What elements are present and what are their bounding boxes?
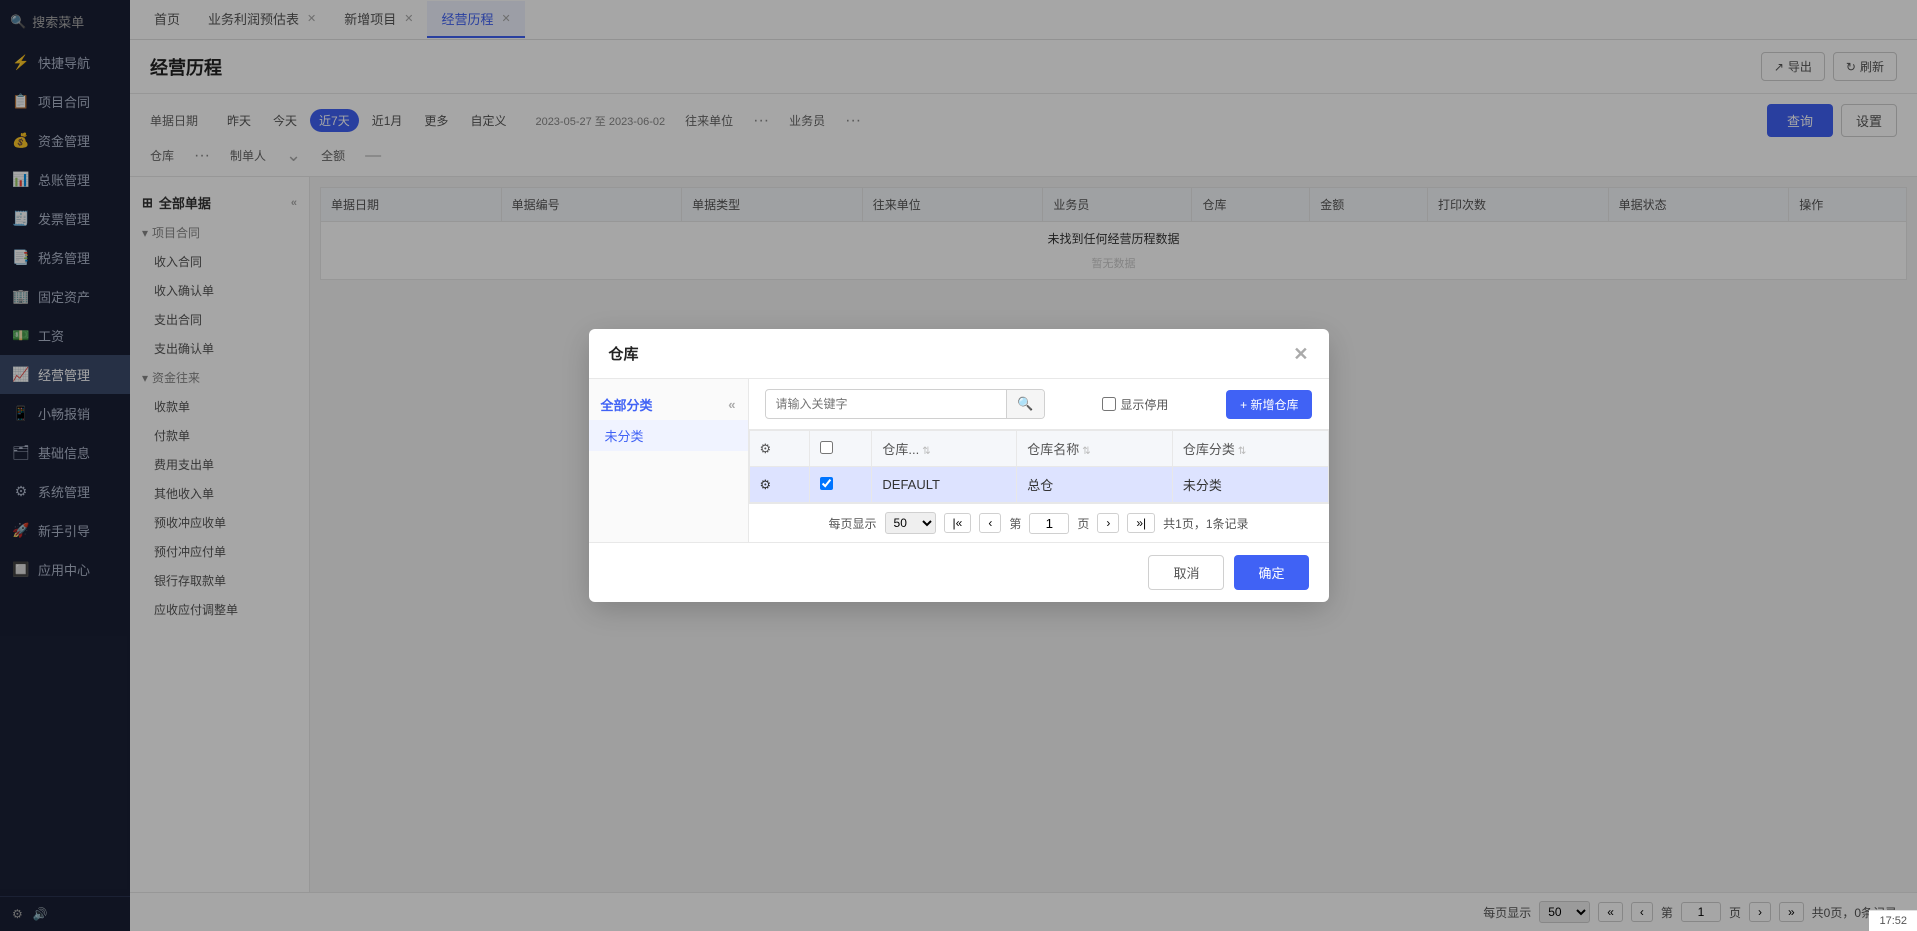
modal-page-input[interactable] — [1029, 513, 1069, 534]
modal-search-input[interactable] — [766, 391, 1007, 417]
row-name: 总仓 — [1017, 467, 1173, 503]
modal-total-label: 共1页，1条记录 — [1163, 515, 1248, 532]
modal-next-btn[interactable]: › — [1097, 513, 1119, 533]
modal-page-unit: 页 — [1077, 515, 1089, 532]
modal-per-page-select[interactable]: 50100 — [885, 512, 936, 534]
modal-prev-btn[interactable]: ‹ — [979, 513, 1001, 533]
modal-col-name: 仓库名称⇅ — [1017, 431, 1173, 467]
show-disabled-group: 显示停用 — [1102, 396, 1168, 413]
all-category-label: 全部分类 — [601, 395, 653, 414]
modal-sidebar: 全部分类 « 未分类 — [589, 379, 749, 542]
gear-col-icon — [760, 441, 772, 456]
modal-per-page-label: 每页显示 — [829, 515, 877, 532]
modal-close-button[interactable]: ✕ — [1293, 345, 1308, 363]
show-disabled-checkbox[interactable] — [1102, 397, 1116, 411]
row-code: DEFAULT — [872, 467, 1017, 503]
cancel-button[interactable]: 取消 — [1148, 555, 1224, 590]
modal-overlay: 仓库 ✕ 全部分类 « 未分类 🔍 — [0, 0, 1917, 931]
modal-first-btn[interactable]: |« — [944, 513, 972, 533]
tray-time: 17:52 — [1879, 915, 1907, 927]
modal-col-checkbox — [809, 431, 872, 467]
row-gear-icon: ⚙ — [760, 477, 772, 492]
modal-body: 全部分类 « 未分类 🔍 显示停用 — [589, 379, 1329, 542]
row-gear: ⚙ — [749, 467, 809, 503]
modal-footer: 取消 确定 — [589, 542, 1329, 602]
system-tray: 17:52 — [1869, 910, 1917, 931]
modal-table-wrap: 仓库...⇅ 仓库名称⇅ 仓库分类⇅ ⚙ DEFAULT 总仓 未分类 — [749, 430, 1329, 503]
modal-col-code: 仓库...⇅ — [872, 431, 1017, 467]
modal-table: 仓库...⇅ 仓库名称⇅ 仓库分类⇅ ⚙ DEFAULT 总仓 未分类 — [749, 430, 1329, 503]
modal-last-btn[interactable]: »| — [1127, 513, 1155, 533]
row-category: 未分类 — [1172, 467, 1328, 503]
modal-search-wrap: 🔍 — [765, 389, 1045, 419]
modal-title: 仓库 — [609, 343, 639, 364]
modal-search-button[interactable]: 🔍 — [1006, 390, 1043, 418]
select-all-checkbox[interactable] — [820, 441, 833, 454]
modal-page-label: 第 — [1009, 515, 1021, 532]
modal-table-row[interactable]: ⚙ DEFAULT 总仓 未分类 — [749, 467, 1328, 503]
modal-all-category[interactable]: 全部分类 « — [589, 389, 748, 420]
row-checkbox — [809, 467, 872, 503]
add-warehouse-button[interactable]: + 新增仓库 — [1226, 390, 1312, 419]
modal-pagination: 每页显示 50100 |« ‹ 第 页 › »| 共1页，1条记录 — [749, 503, 1329, 542]
modal-main-content: 🔍 显示停用 + 新增仓库 — [749, 379, 1329, 542]
warehouse-modal: 仓库 ✕ 全部分类 « 未分类 🔍 — [589, 329, 1329, 602]
modal-sidebar-collapse-icon[interactable]: « — [728, 397, 735, 412]
modal-col-gear — [749, 431, 809, 467]
modal-header: 仓库 ✕ — [589, 329, 1329, 379]
modal-sidebar-item-未分类[interactable]: 未分类 — [589, 420, 748, 451]
show-disabled-label: 显示停用 — [1120, 396, 1168, 413]
row-select-checkbox[interactable] — [820, 477, 833, 490]
modal-col-category: 仓库分类⇅ — [1172, 431, 1328, 467]
modal-toolbar: 🔍 显示停用 + 新增仓库 — [749, 379, 1329, 430]
confirm-button[interactable]: 确定 — [1234, 555, 1308, 590]
